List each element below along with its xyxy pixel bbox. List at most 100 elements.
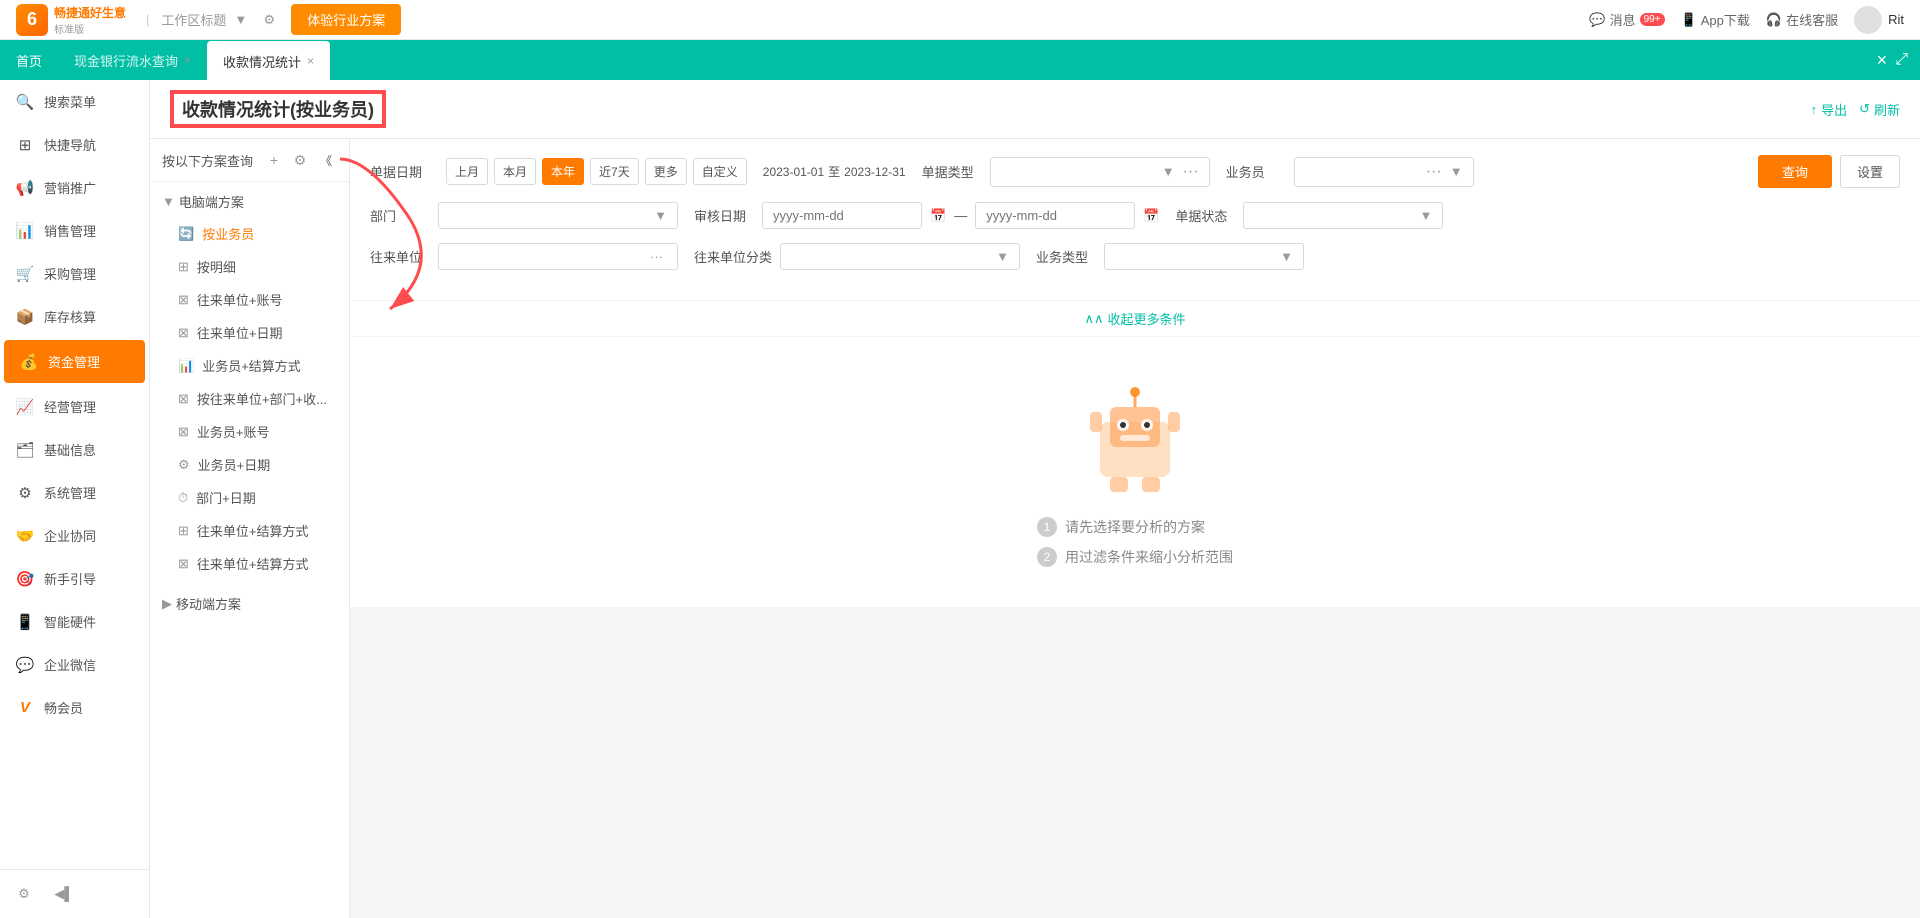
sidebar-item-system[interactable]: ⚙ 系统管理	[0, 471, 149, 514]
section-expand-icon: ▶	[162, 596, 172, 612]
calendar-icon-1[interactable]: 📅	[930, 208, 946, 224]
online-service-btn[interactable]: 🎧 在线客服	[1766, 10, 1838, 29]
user-avatar[interactable]: Rit	[1854, 6, 1904, 34]
workspace-title: 工作区标题	[161, 10, 226, 29]
scheme-collapse-btn[interactable]: 《	[315, 149, 337, 171]
date-btn-this-month[interactable]: 本月	[494, 158, 536, 185]
gear-icon[interactable]: ⚙	[255, 6, 283, 34]
export-btn[interactable]: ↑ 导出	[1811, 100, 1848, 119]
date-btn-last-7days[interactable]: 近7天	[590, 158, 639, 185]
counterpart-dots-icon: ···	[650, 249, 663, 264]
date-btn-more[interactable]: 更多	[645, 158, 687, 185]
tab-close-collection-stats[interactable]: ×	[307, 54, 314, 68]
app-download-btn[interactable]: 📱 App下载	[1681, 10, 1750, 29]
scheme-item-by-staff[interactable]: 🔄 按业务员	[150, 217, 349, 250]
voucher-type-select[interactable]: ▼ ···	[990, 157, 1210, 187]
empty-hint-2: 2 用过滤条件来缩小分析范围	[1037, 547, 1233, 567]
scheme-add-btn[interactable]: +	[263, 149, 285, 171]
date-btn-custom[interactable]: 自定义	[693, 158, 747, 185]
app-name: 畅捷通好生意 标准版	[54, 4, 126, 36]
query-btn[interactable]: 查询	[1758, 155, 1832, 188]
sidebar-item-inventory[interactable]: 📦 库存核算	[0, 295, 149, 338]
scheme-item-unit-account[interactable]: ⊠ 往来单位+账号	[150, 283, 349, 316]
scheme-item-unit-date[interactable]: ⊠ 往来单位+日期	[150, 316, 349, 349]
voucher-type-label: 单据类型	[922, 162, 982, 181]
scheme-item-staff-account[interactable]: ⊠ 业务员+账号	[150, 415, 349, 448]
message-badge: 99+	[1640, 13, 1665, 26]
empty-hints: 1 请先选择要分析的方案 2 用过滤条件来缩小分析范围	[1037, 517, 1233, 567]
tab-close-all[interactable]: ×	[1877, 50, 1888, 71]
two-panel: 按以下方案查询 + ⚙ 《 ▼ 电脑端方案 🔄 按业务员	[150, 139, 1920, 918]
refresh-btn[interactable]: ↺ 刷新	[1859, 100, 1900, 119]
scheme-section-desktop-title[interactable]: ▼ 电脑端方案	[150, 186, 349, 217]
tab-collection-stats[interactable]: 收款情况统计 ×	[207, 41, 330, 81]
sidebar-item-search[interactable]: 🔍 搜索菜单	[0, 80, 149, 123]
sidebar-settings-btn[interactable]: ⚙	[8, 878, 40, 910]
scheme-item-staff-payment[interactable]: 📊 业务员+结算方式	[150, 349, 349, 382]
member-icon: V	[16, 699, 34, 717]
sidebar-item-operations[interactable]: 📈 经营管理	[0, 385, 149, 428]
review-date-from[interactable]	[762, 202, 922, 229]
basic-icon: 🗂	[16, 441, 34, 459]
scheme-item-icon-4: 📊	[178, 358, 194, 374]
empty-robot-icon	[1075, 377, 1195, 497]
message-icon: 💬	[1589, 12, 1605, 28]
review-date-to[interactable]	[975, 202, 1135, 229]
counterpart-type-label: 往来单位分类	[694, 247, 772, 266]
sidebar-item-quicknav[interactable]: ⊞ 快捷导航	[0, 123, 149, 166]
staff-label: 业务员	[1226, 162, 1286, 181]
sidebar-item-enterprise[interactable]: 🤝 企业协同	[0, 514, 149, 557]
empty-state: 1 请先选择要分析的方案 2 用过滤条件来缩小分析范围	[350, 337, 1920, 607]
chevron-down-icon-4: ▼	[1420, 208, 1433, 223]
sidebar-item-wechat[interactable]: 💬 企业微信	[0, 643, 149, 686]
sidebar-collapse-btn[interactable]: ◀▌	[48, 878, 80, 910]
scheme-section-mobile-title[interactable]: ▶ 移动端方案	[150, 588, 349, 619]
sidebar-item-newguide[interactable]: 🎯 新手引导	[0, 557, 149, 600]
scheme-item-staff-date[interactable]: ⚙ 业务员+日期	[150, 448, 349, 481]
sidebar-item-hardware[interactable]: 📱 智能硬件	[0, 600, 149, 643]
settings-btn[interactable]: 设置	[1840, 155, 1900, 188]
filter-row-1: 单据日期 上月 本月 本年 近7天 更多 自定义 2023-01-01 至	[370, 155, 1900, 188]
voucher-status-label: 单据状态	[1175, 206, 1235, 225]
sidebar-item-sales[interactable]: 📊 销售管理	[0, 209, 149, 252]
dropdown-icon[interactable]: ▼	[234, 12, 247, 27]
scheme-item-dept-date[interactable]: ⏱ 部门+日期	[150, 481, 349, 514]
trial-btn[interactable]: 体验行业方案	[291, 4, 401, 35]
message-btn[interactable]: 💬 消息 99+	[1589, 10, 1664, 29]
tab-maximize[interactable]: ⤢	[1895, 51, 1908, 69]
section-collapse-icon: ▼	[162, 194, 175, 209]
top-bar: 6 畅捷通好生意 标准版 | 工作区标题 ▼ ⚙ 体验行业方案 💬 消息 99+…	[0, 0, 1920, 40]
tab-close-bank-flow[interactable]: ×	[184, 53, 191, 67]
calendar-icon-2[interactable]: 📅	[1143, 208, 1159, 224]
service-icon: 🎧	[1766, 12, 1782, 28]
sidebar-item-purchase[interactable]: 🛒 采购管理	[0, 252, 149, 295]
sidebar-item-finance[interactable]: 💰 资金管理	[4, 340, 145, 383]
purchase-icon: 🛒	[16, 265, 34, 283]
tab-bar: 首页 现金银行流水查询 × 收款情况统计 × × ⤢	[0, 40, 1920, 80]
staff-group: 业务员 ··· ▼	[1226, 157, 1474, 187]
voucher-status-select[interactable]: ▼	[1243, 202, 1443, 229]
scheme-item-unit-dept[interactable]: ⊠ 按往来单位+部门+收...	[150, 382, 349, 415]
counterpart-type-select[interactable]: ▼	[780, 243, 1020, 270]
sidebar-item-marketing[interactable]: 📢 营销推广	[0, 166, 149, 209]
sidebar-item-basic[interactable]: 🗂 基础信息	[0, 428, 149, 471]
date-btn-this-year[interactable]: 本年	[542, 158, 584, 185]
scheme-item-unit-payment2[interactable]: ⊠ 往来单位+结算方式	[150, 547, 349, 580]
scheme-item-unit-payment1[interactable]: ⊞ 往来单位+结算方式	[150, 514, 349, 547]
scheme-item-by-detail[interactable]: ⊞ 按明细	[150, 250, 349, 283]
tab-bank-flow[interactable]: 现金银行流水查询 ×	[58, 40, 207, 80]
business-type-select[interactable]: ▼	[1104, 243, 1304, 270]
counterpart-select[interactable]: ···	[438, 243, 678, 270]
sidebar-item-member[interactable]: V 畅会员	[0, 686, 149, 729]
staff-select[interactable]: ··· ▼	[1294, 157, 1474, 187]
tab-home[interactable]: 首页	[0, 40, 58, 80]
more-icon: ···	[1183, 163, 1199, 181]
date-btn-last-month[interactable]: 上月	[446, 158, 488, 185]
review-date-group: 审核日期 📅 — 📅	[694, 202, 1159, 229]
collapse-bar[interactable]: ∧∧ 收起更多条件	[350, 300, 1920, 336]
scheme-item-icon-6: ⊠	[178, 424, 189, 440]
scheme-item-icon-9: ⊞	[178, 523, 189, 539]
dept-select[interactable]: ▼	[438, 202, 678, 229]
scheme-settings-btn[interactable]: ⚙	[289, 149, 311, 171]
marketing-icon: 📢	[16, 179, 34, 197]
